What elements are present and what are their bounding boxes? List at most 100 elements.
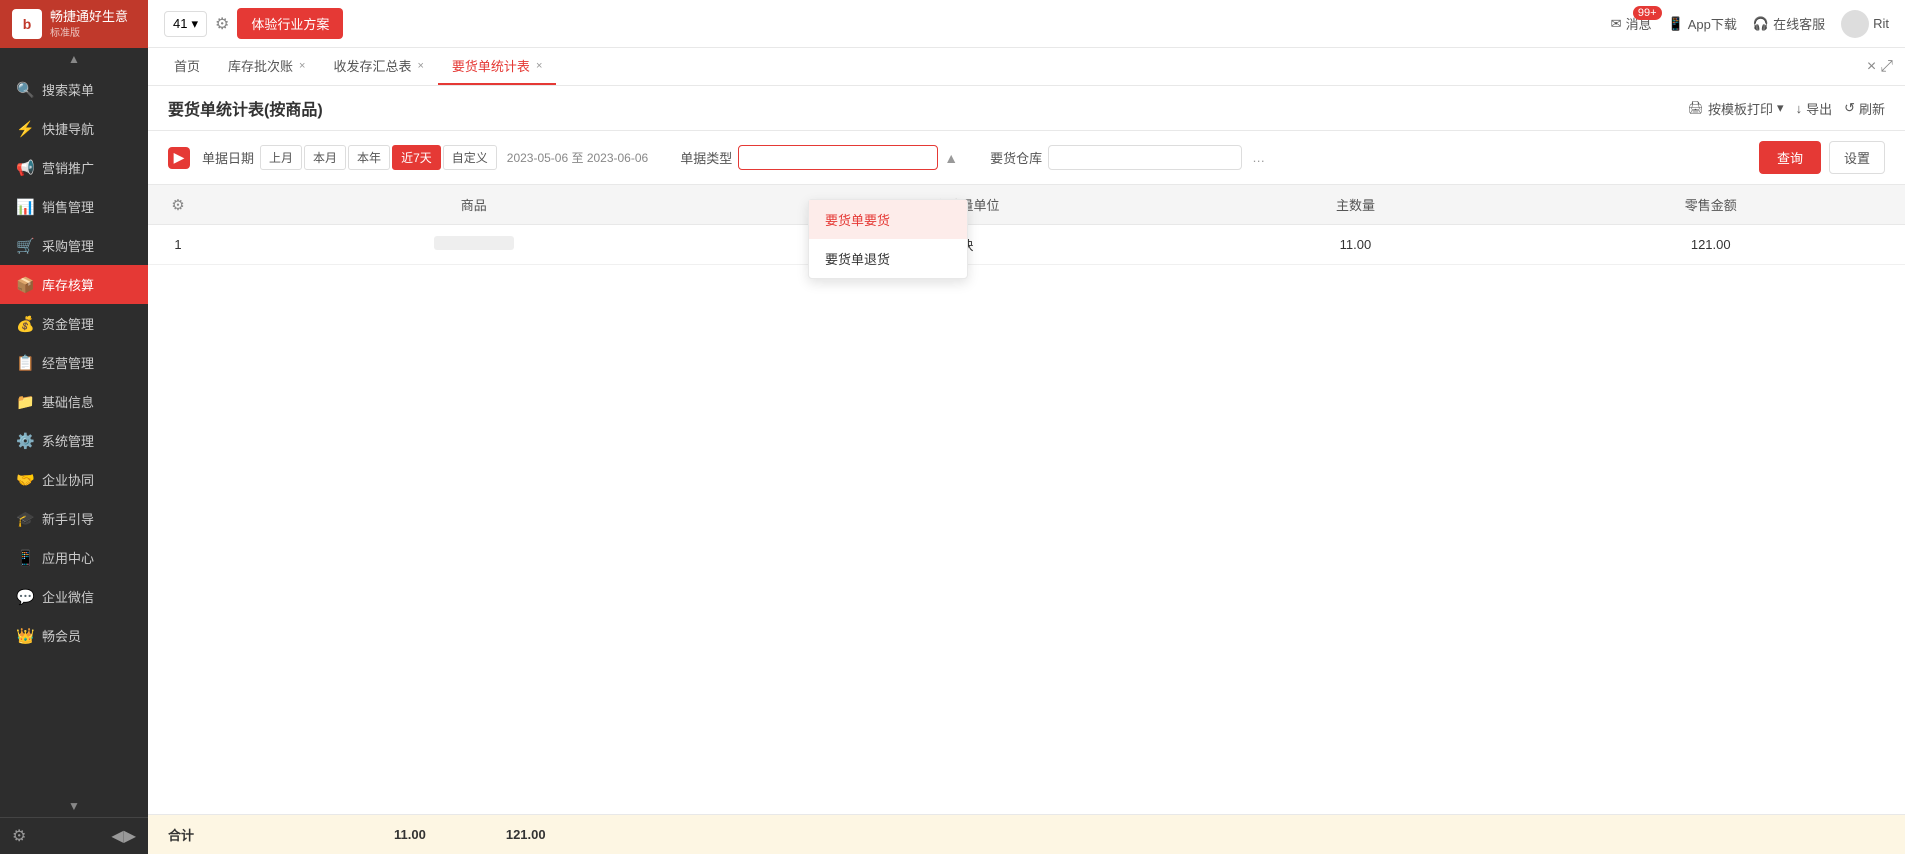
basic-info-icon: 📁	[16, 393, 34, 411]
sidebar-item-marketing[interactable]: 📢营销推广	[0, 148, 148, 187]
date-btn-上月[interactable]: 上月	[260, 145, 302, 170]
purchase-icon: 🛒	[16, 237, 34, 255]
search-icon: 🔍	[16, 81, 34, 99]
sidebar-scroll-up[interactable]: ▲	[0, 48, 148, 70]
store-name: 41	[173, 16, 187, 31]
query-button[interactable]: 查询	[1759, 141, 1821, 174]
date-buttons: 上月本月本年近7天自定义	[260, 145, 497, 170]
sidebar-item-inventory[interactable]: 📦 库存核算	[0, 265, 148, 304]
sidebar-item-guide[interactable]: 🎓新手引导	[0, 499, 148, 538]
sidebar-label-search: 搜索菜单	[42, 80, 94, 99]
sidebar-item-purchase[interactable]: 🛒采购管理	[0, 226, 148, 265]
sidebar-brand-name: 畅捷通好生意	[50, 9, 128, 25]
collapse-icon[interactable]: ◀▶	[111, 826, 136, 846]
footer-amount: 121.00	[506, 827, 546, 842]
tab-库存批次账[interactable]: 库存批次账 ×	[214, 48, 319, 85]
sidebar-scroll-down[interactable]: ▼	[0, 795, 148, 817]
sidebar-item-member[interactable]: 👑畅会员	[0, 616, 148, 655]
user-avatar-button[interactable]: Rit	[1841, 10, 1889, 38]
wechat-icon: 💬	[16, 588, 34, 606]
sidebar-logo: b	[12, 9, 42, 39]
sidebar-header: b 畅捷通好生意 标准版	[0, 0, 148, 48]
sidebar-item-wechat[interactable]: 💬企业微信	[0, 577, 148, 616]
col-product: 商品	[208, 185, 740, 225]
export-button[interactable]: ↓ 导出	[1796, 99, 1833, 118]
sidebar-item-app-center[interactable]: 📱应用中心	[0, 538, 148, 577]
warehouse-filter-more[interactable]: …	[1252, 150, 1265, 165]
type-filter-chevron[interactable]: ▲	[944, 150, 958, 166]
settings-icon[interactable]: ⚙	[12, 826, 26, 846]
messages-badge: 99+	[1633, 6, 1662, 20]
topbar-gear-icon[interactable]: ⚙	[215, 14, 229, 34]
col-settings[interactable]: ⚙	[148, 185, 208, 225]
sidebar-label-system: 系统管理	[42, 431, 94, 450]
footer-label: 合计	[168, 825, 194, 844]
page-content: 要货单统计表(按商品) 🖨 按模板打印 ▾ ↓ 导出 ↺ 刷新 ▶	[148, 86, 1905, 854]
table-row: 1 块 11.00 121.00	[148, 225, 1905, 265]
date-range-text: 2023-05-06 至 2023-06-06	[507, 149, 648, 166]
date-btn-近7天[interactable]: 近7天	[392, 145, 441, 170]
page-title: 要货单统计表(按商品)	[168, 96, 323, 120]
date-btn-自定义[interactable]: 自定义	[443, 145, 497, 170]
guide-icon: 🎓	[16, 510, 34, 528]
sidebar-item-sales[interactable]: 📊销售管理	[0, 187, 148, 226]
top-bar: 41 ▾ ⚙ 体验行业方案 ✉ 消息 99+ 📱 App下载 🎧 在线客服 R	[148, 0, 1905, 48]
print-button[interactable]: 🖨 按模板打印 ▾	[1688, 99, 1784, 118]
filter-expand-button[interactable]: ▶	[168, 147, 190, 169]
sidebar-item-basic-info[interactable]: 📁 基础信息	[0, 382, 148, 421]
system-icon: ⚙️	[16, 432, 34, 450]
sidebar-label-sales: 销售管理	[42, 197, 94, 216]
dropdown-item-要货单退货[interactable]: 要货单退货	[809, 239, 967, 278]
tab-close[interactable]: ×	[299, 60, 305, 72]
sidebar-item-system[interactable]: ⚙️ 系统管理	[0, 421, 148, 460]
type-filter-label: 单据类型	[680, 148, 732, 167]
date-btn-本月[interactable]: 本月	[304, 145, 346, 170]
tab-label: 首页	[174, 56, 200, 75]
tab-label: 库存批次账	[228, 56, 293, 75]
refresh-button[interactable]: ↺ 刷新	[1844, 99, 1885, 118]
tab-close[interactable]: ×	[417, 60, 423, 72]
inventory-icon: 📦	[16, 276, 34, 294]
sidebar-item-search[interactable]: 🔍 搜索菜单	[0, 70, 148, 109]
sidebar-item-collab[interactable]: 🤝企业协同	[0, 460, 148, 499]
type-dropdown: 要货单要货要货单退货	[808, 199, 968, 279]
dropdown-item-要货单要货[interactable]: 要货单要货	[809, 200, 967, 239]
export-icon: ↓	[1796, 101, 1803, 116]
sidebar-nav: 🔍 搜索菜单 ⚡ 快捷导航 📢营销推广📊销售管理🛒采购管理 📦 库存核算 💰资金管理📋经营管理…	[0, 70, 148, 795]
tab-首页[interactable]: 首页	[160, 48, 214, 85]
sidebar-label-inventory: 库存核算	[42, 275, 94, 294]
warehouse-filter-input[interactable]	[1048, 145, 1242, 170]
sidebar-brand-sub: 标准版	[50, 24, 128, 39]
col-amount: 零售金额	[1516, 185, 1905, 225]
sidebar-item-finance[interactable]: 💰资金管理	[0, 304, 148, 343]
store-selector[interactable]: 41 ▾	[164, 11, 207, 37]
type-filter-group: 单据类型 ▲	[680, 145, 958, 170]
sidebar-label-quick-nav: 快捷导航	[42, 119, 94, 138]
quick-nav-icon: ⚡	[16, 120, 34, 138]
footer-qty: 11.00	[394, 827, 426, 842]
date-filter-group: 单据日期 上月本月本年近7天自定义 2023-05-06 至 2023-06-0…	[202, 145, 648, 170]
messages-button[interactable]: ✉ 消息 99+	[1611, 14, 1652, 33]
trial-button[interactable]: 体验行业方案	[237, 8, 343, 39]
tab-label: 收发存汇总表	[333, 56, 411, 75]
headset-icon: 🎧	[1753, 16, 1769, 32]
sidebar-label-member: 畅会员	[42, 626, 81, 645]
tab-要货单统计表[interactable]: 要货单统计表×	[438, 48, 556, 85]
tab-collapse-button[interactable]: ×	[1867, 58, 1876, 76]
tab-close[interactable]: ×	[536, 60, 542, 72]
phone-icon: 📱	[1668, 16, 1684, 32]
type-filter-input[interactable]	[738, 145, 938, 170]
date-btn-本年[interactable]: 本年	[348, 145, 390, 170]
table-body: 1 块 11.00 121.00	[148, 225, 1905, 265]
sidebar-label-basic-info: 基础信息	[42, 392, 94, 411]
app-download-button[interactable]: 📱 App下载	[1668, 14, 1737, 33]
warehouse-filter-group: 要货仓库 …	[990, 145, 1265, 170]
tab-收发存汇总表[interactable]: 收发存汇总表 ×	[319, 48, 437, 85]
sidebar-item-operations[interactable]: 📋经营管理	[0, 343, 148, 382]
main-content: 41 ▾ ⚙ 体验行业方案 ✉ 消息 99+ 📱 App下载 🎧 在线客服 R	[148, 0, 1905, 854]
sidebar-label-app-center: 应用中心	[42, 548, 94, 567]
tab-expand-button[interactable]: ⤢	[1880, 58, 1893, 76]
online-service-button[interactable]: 🎧 在线客服	[1753, 14, 1825, 33]
settings-button[interactable]: 设置	[1829, 141, 1885, 174]
sidebar-item-quick-nav[interactable]: ⚡ 快捷导航	[0, 109, 148, 148]
